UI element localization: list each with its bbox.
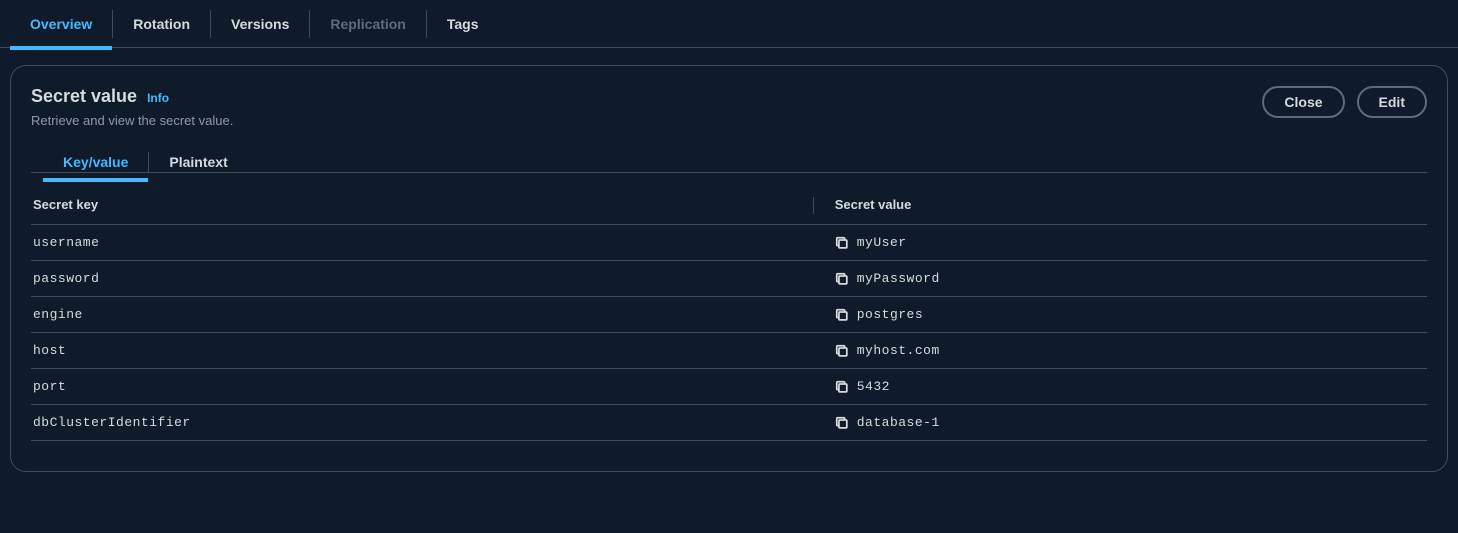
panel-title: Secret value bbox=[31, 86, 137, 107]
copy-icon[interactable] bbox=[835, 380, 849, 394]
cell-key: engine bbox=[31, 307, 813, 322]
cell-value: postgres bbox=[813, 307, 1427, 322]
cell-value: myhost.com bbox=[813, 343, 1427, 358]
cell-value-text: 5432 bbox=[857, 379, 890, 394]
inner-tab-bar: Key/value Plaintext bbox=[31, 152, 1427, 173]
cell-key: username bbox=[31, 235, 813, 250]
cell-key: host bbox=[31, 343, 813, 358]
panel-subtitle: Retrieve and view the secret value. bbox=[31, 113, 233, 128]
tab-rotation[interactable]: Rotation bbox=[113, 10, 211, 38]
table-row: username myUser bbox=[31, 225, 1427, 261]
tab-key-value[interactable]: Key/value bbox=[43, 152, 149, 172]
table-row: port 5432 bbox=[31, 369, 1427, 405]
cell-value-text: myPassword bbox=[857, 271, 940, 286]
cell-value: database-1 bbox=[813, 415, 1427, 430]
tab-tags[interactable]: Tags bbox=[427, 10, 499, 38]
tab-overview[interactable]: Overview bbox=[10, 10, 113, 38]
cell-value: 5432 bbox=[813, 379, 1427, 394]
close-button[interactable]: Close bbox=[1262, 86, 1344, 118]
table-header: Secret key Secret value bbox=[31, 197, 1427, 225]
tab-versions[interactable]: Versions bbox=[211, 10, 310, 38]
column-header-key: Secret key bbox=[31, 197, 813, 212]
cell-key: port bbox=[31, 379, 813, 394]
panel-header: Secret value Info Retrieve and view the … bbox=[11, 86, 1447, 128]
cell-value-text: myhost.com bbox=[857, 343, 940, 358]
copy-icon[interactable] bbox=[835, 344, 849, 358]
copy-icon[interactable] bbox=[835, 236, 849, 250]
copy-icon[interactable] bbox=[835, 272, 849, 286]
panel-actions: Close Edit bbox=[1262, 86, 1427, 118]
secret-value-panel: Secret value Info Retrieve and view the … bbox=[10, 65, 1448, 472]
secret-table: Secret key Secret value username myUser pa… bbox=[31, 197, 1427, 441]
table-row: dbClusterIdentifier database-1 bbox=[31, 405, 1427, 441]
edit-button[interactable]: Edit bbox=[1357, 86, 1427, 118]
cell-value-text: postgres bbox=[857, 307, 923, 322]
column-header-value: Secret value bbox=[813, 197, 1427, 212]
tab-replication[interactable]: Replication bbox=[310, 10, 426, 38]
cell-value-text: myUser bbox=[857, 235, 907, 250]
copy-icon[interactable] bbox=[835, 416, 849, 430]
tab-plaintext[interactable]: Plaintext bbox=[149, 152, 247, 172]
title-row: Secret value Info bbox=[31, 86, 233, 107]
table-row: host myhost.com bbox=[31, 333, 1427, 369]
panel-header-left: Secret value Info Retrieve and view the … bbox=[31, 86, 233, 128]
cell-key: dbClusterIdentifier bbox=[31, 415, 813, 430]
table-row: engine postgres bbox=[31, 297, 1427, 333]
table-body: username myUser password myPassword engine po… bbox=[31, 225, 1427, 441]
cell-key: password bbox=[31, 271, 813, 286]
cell-value-text: database-1 bbox=[857, 415, 940, 430]
table-row: password myPassword bbox=[31, 261, 1427, 297]
info-link[interactable]: Info bbox=[147, 91, 169, 105]
copy-icon[interactable] bbox=[835, 308, 849, 322]
cell-value: myPassword bbox=[813, 271, 1427, 286]
cell-value: myUser bbox=[813, 235, 1427, 250]
top-tab-bar: Overview Rotation Versions Replication T… bbox=[0, 0, 1458, 48]
